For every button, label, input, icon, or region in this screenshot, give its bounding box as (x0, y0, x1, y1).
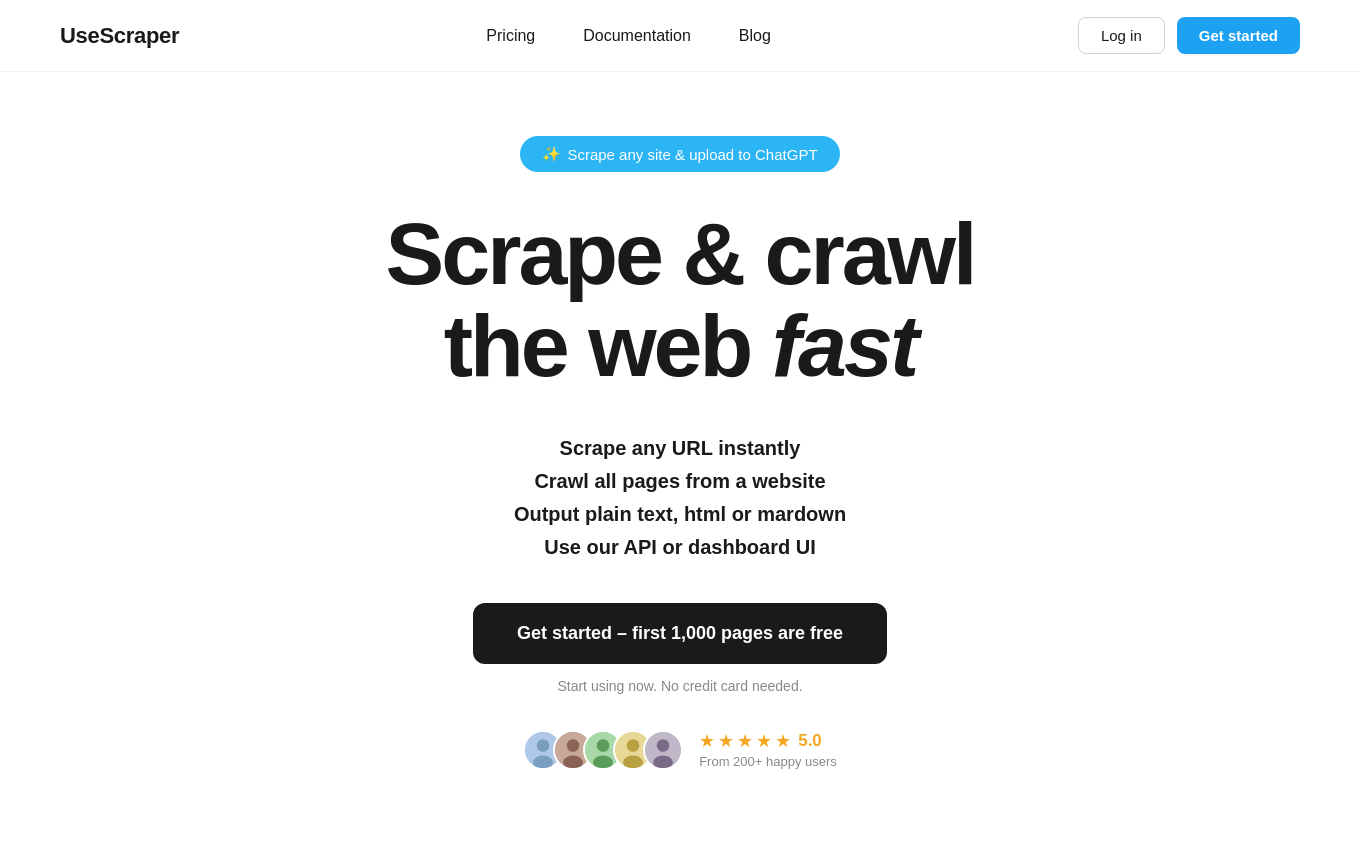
svg-point-4 (567, 739, 580, 752)
rating-text: From 200+ happy users (699, 754, 837, 769)
hero-features: Scrape any URL instantly Crawl all pages… (514, 437, 846, 559)
hero-cta-button[interactable]: Get started – first 1,000 pages are free (473, 603, 887, 664)
get-started-nav-button[interactable]: Get started (1177, 17, 1300, 54)
hero-badge[interactable]: ✨ Scrape any site & upload to ChatGPT (520, 136, 839, 172)
feature-item-2: Crawl all pages from a website (514, 470, 846, 493)
badge-icon: ✨ (542, 145, 561, 163)
star-2: ★ (718, 730, 734, 752)
nav-link-documentation[interactable]: Documentation (583, 27, 691, 45)
navbar: UseScraper Pricing Documentation Blog Lo… (0, 0, 1360, 72)
hero-section: ✨ Scrape any site & upload to ChatGPT Sc… (0, 72, 1360, 770)
hero-title: Scrape & crawl the web fast (386, 208, 975, 393)
feature-item-3: Output plain text, html or mardown (514, 503, 846, 526)
feature-item-1: Scrape any URL instantly (514, 437, 846, 460)
nav-link-blog[interactable]: Blog (739, 27, 771, 45)
feature-item-4: Use our API or dashboard UI (514, 536, 846, 559)
star-5: ★ (775, 730, 791, 752)
svg-point-11 (623, 755, 643, 769)
nav-link-pricing[interactable]: Pricing (486, 27, 535, 45)
site-logo[interactable]: UseScraper (60, 23, 179, 49)
avatar (643, 730, 683, 770)
star-4: ★ (756, 730, 772, 752)
navbar-actions: Log in Get started (1078, 17, 1300, 54)
avatars (523, 730, 683, 770)
svg-point-10 (627, 739, 640, 752)
rating-section: ★ ★ ★ ★ ★ 5.0 From 200+ happy users (699, 730, 837, 769)
hero-title-italic: fast (772, 296, 917, 395)
svg-point-1 (537, 739, 550, 752)
svg-point-5 (563, 755, 583, 769)
svg-point-2 (533, 755, 553, 769)
star-3: ★ (737, 730, 753, 752)
social-proof: ★ ★ ★ ★ ★ 5.0 From 200+ happy users (523, 730, 837, 770)
rating-score: 5.0 (798, 731, 822, 751)
hero-title-line1: Scrape & crawl (386, 204, 975, 303)
badge-text: Scrape any site & upload to ChatGPT (567, 146, 817, 163)
nav-links: Pricing Documentation Blog (486, 27, 771, 45)
svg-point-8 (593, 755, 613, 769)
hero-title-line2: the web (444, 296, 772, 395)
svg-point-13 (657, 739, 670, 752)
login-button[interactable]: Log in (1078, 17, 1165, 54)
hero-subtext: Start using now. No credit card needed. (557, 678, 802, 694)
star-1: ★ (699, 730, 715, 752)
svg-point-14 (653, 755, 673, 769)
svg-point-7 (597, 739, 610, 752)
stars: ★ ★ ★ ★ ★ 5.0 (699, 730, 837, 752)
